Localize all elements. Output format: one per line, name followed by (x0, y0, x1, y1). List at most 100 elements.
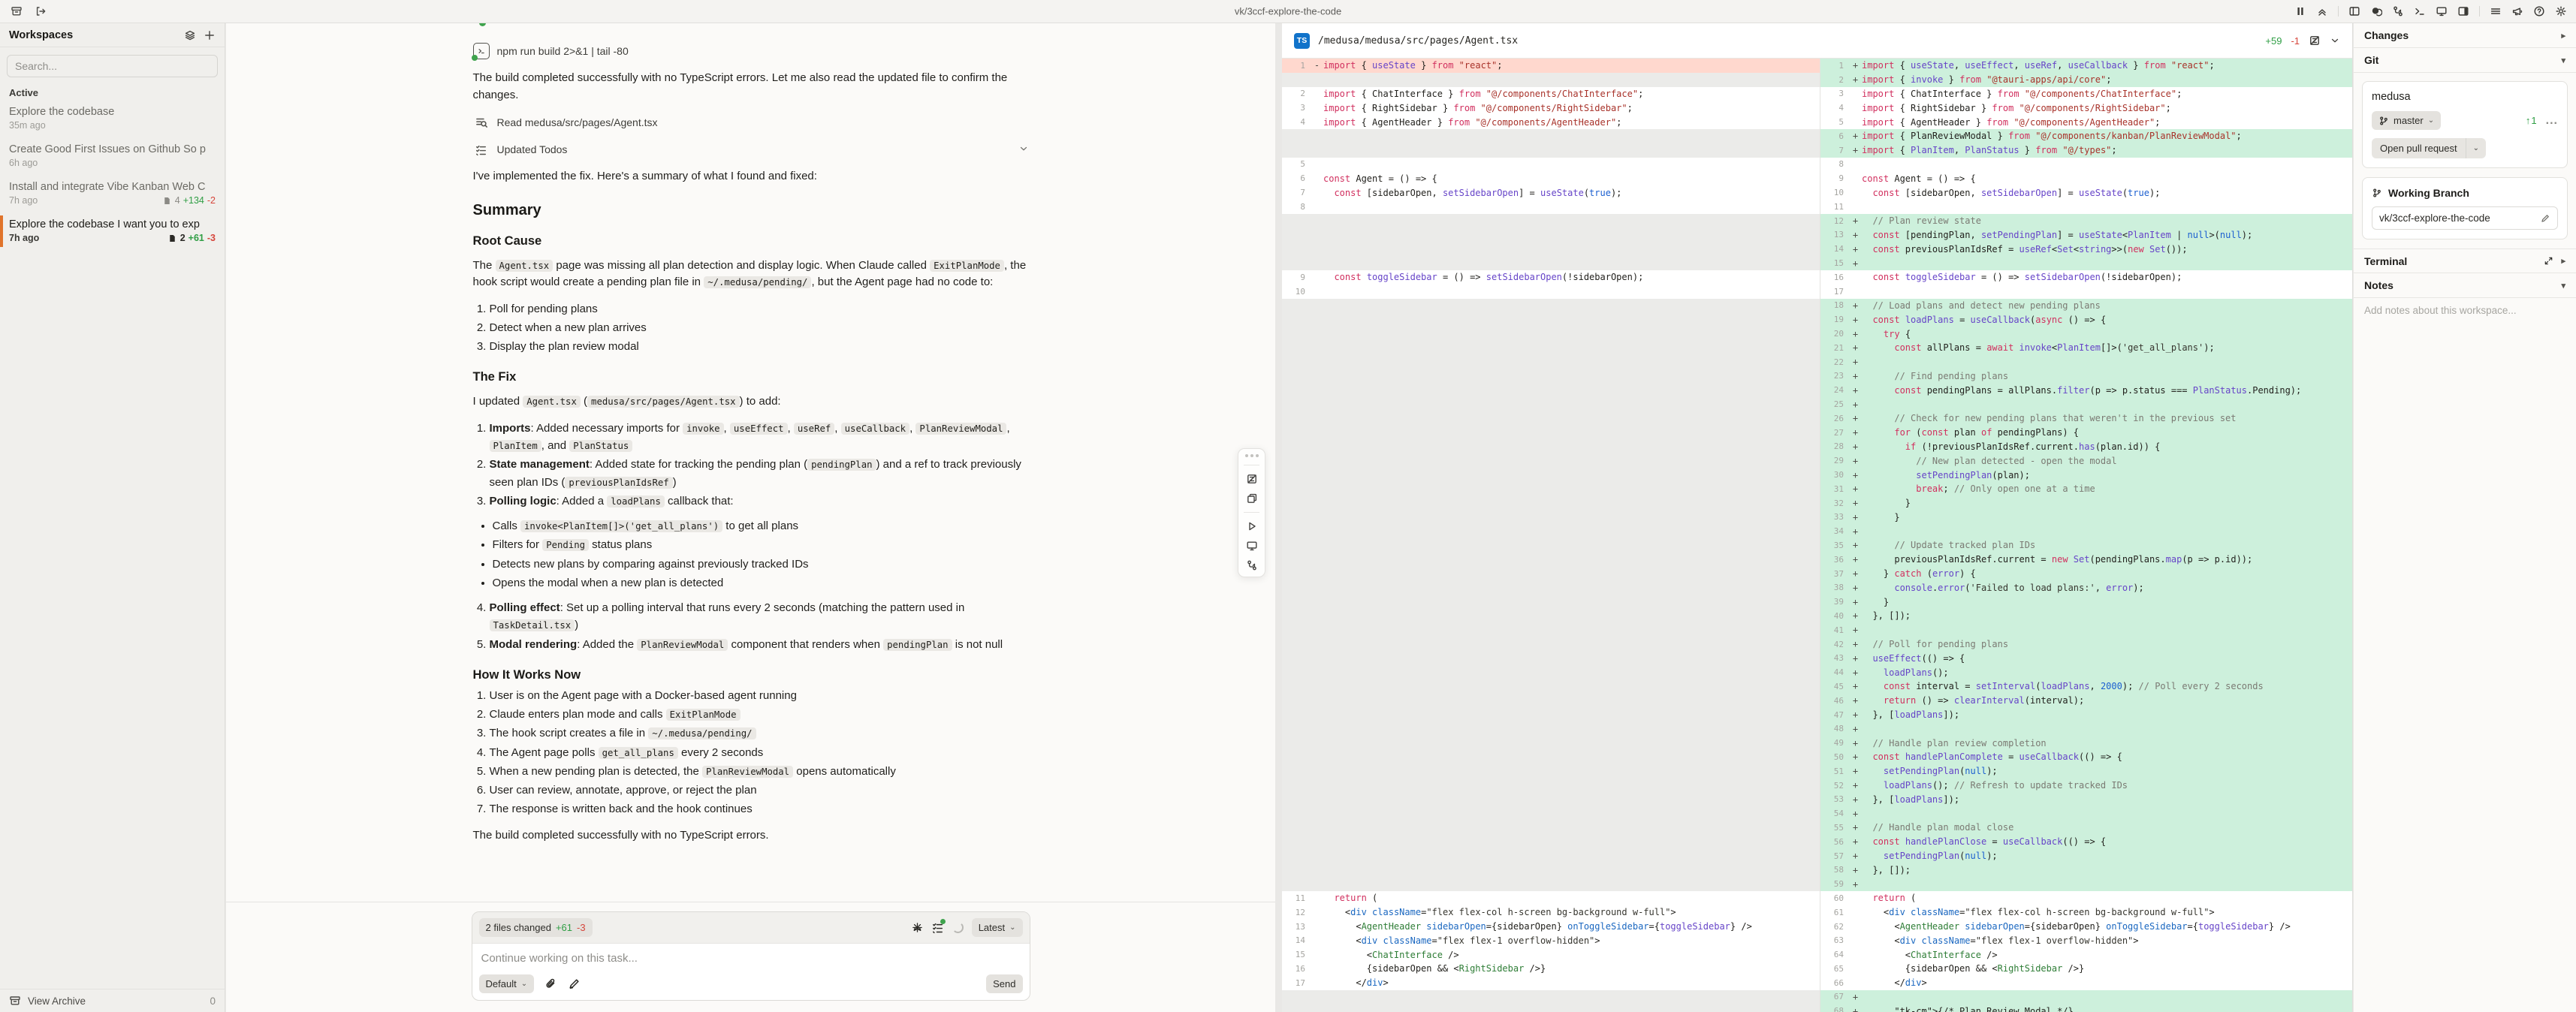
help-icon[interactable] (2533, 5, 2545, 17)
diff-filler-row (1282, 779, 1820, 793)
open-pr-button[interactable]: Open pull request (2372, 138, 2466, 158)
code-text: if (!previousPlanIdsRef.current.has(plan… (1862, 441, 2160, 452)
open-pr-caret[interactable]: ⌄ (2466, 138, 2486, 158)
diff-filler-row (1282, 665, 1820, 679)
diff-row: 19+ const loadPlans = useCallback(async … (1820, 312, 2352, 327)
line-number: 17 (1282, 978, 1311, 988)
latest-dropdown[interactable]: Latest ⌄ (972, 918, 1023, 937)
diff-filler-row (1282, 821, 1820, 835)
play-icon[interactable] (1246, 520, 1258, 532)
diff-row: 22+ (1820, 355, 2352, 369)
logout-icon[interactable] (35, 5, 47, 17)
code-text: import { RightSidebar } from "@/componen… (1323, 103, 1633, 113)
megaphone-icon[interactable] (2511, 5, 2523, 17)
edit-icon[interactable] (2540, 213, 2550, 224)
workspace-item[interactable]: Create Good First Issues on Github So p … (0, 137, 225, 175)
line-number: 53 (1820, 794, 1849, 804)
panel-right-icon[interactable] (2457, 5, 2469, 17)
notes-section-header[interactable]: Notes ▾ (2354, 273, 2576, 298)
code-text: <ChatInterface /> (1862, 950, 1998, 960)
notes-label: Notes (2364, 279, 2394, 291)
diff-removed-count: -1 (2291, 35, 2300, 47)
tool-call-row[interactable]: Read medusa/src/pages/Agent.tsx (473, 114, 1029, 131)
code-text: const loadPlans = useCallback(async () =… (1862, 315, 2106, 325)
layers-icon[interactable] (184, 29, 196, 41)
list-item: Imports: Added necessary imports for inv… (490, 420, 1029, 455)
collapse-up-icon[interactable] (2316, 5, 2328, 17)
doc-icon (167, 233, 177, 243)
chevron-down-icon[interactable] (1018, 143, 1029, 156)
archive-icon[interactable] (11, 5, 23, 17)
files-changed-chip[interactable]: 2 files changed +61 -3 (479, 918, 593, 937)
diff-filler-row (1282, 580, 1820, 595)
workspace-item[interactable]: Explore the codebase 35m ago (0, 100, 225, 137)
spark-icon[interactable] (912, 922, 923, 933)
expand-icon[interactable] (2544, 256, 2553, 266)
diff-sign: + (1849, 822, 1862, 833)
menu-icon[interactable] (2490, 5, 2502, 17)
changes-section-header[interactable]: Changes ▸ (2354, 23, 2576, 48)
attach-icon[interactable] (544, 977, 557, 990)
workspace-item[interactable]: Install and integrate Vibe Kanban Web C … (0, 175, 225, 212)
wrap-off-icon[interactable] (1246, 473, 1258, 485)
model-dropdown[interactable]: Default ⌄ (479, 974, 535, 993)
diff-filler-row (1282, 129, 1820, 143)
latest-label: Latest (979, 922, 1005, 933)
workspace-item[interactable]: Explore the codebase I want you to exp 7… (0, 212, 225, 250)
code-text: const [sidebarOpen, setSidebarOpen] = us… (1862, 188, 2160, 198)
diff-filler-row (1282, 355, 1820, 369)
git-section-header[interactable]: Git ▾ (2354, 48, 2576, 73)
line-number: 49 (1820, 738, 1849, 748)
search-input[interactable]: Search... (7, 55, 218, 77)
todo-list-icon[interactable] (931, 921, 944, 934)
git-graph-icon[interactable] (1246, 559, 1258, 571)
git-sidebar: Changes ▸ Git ▾ medusa master ⌄ ↑1 ... O (2354, 23, 2576, 1012)
diff-row: 38+ console.error('Failed to load plans:… (1820, 580, 2352, 595)
code-text: import { AgentHeader } from "@/component… (1862, 117, 2160, 128)
list-item: User is on the Agent page with a Docker-… (490, 687, 1029, 704)
commits-ahead-badge[interactable]: ↑1 (2526, 115, 2537, 126)
tool-call-row[interactable]: npm run build 2>&1 | tail -80 (473, 43, 1029, 59)
settings-icon[interactable] (2555, 5, 2567, 17)
theme-icon[interactable] (2370, 5, 2382, 17)
line-number: 15 (1282, 950, 1311, 959)
monitor-icon[interactable] (2436, 5, 2448, 17)
diff-row: 45+ const interval = setInterval(loadPla… (1820, 679, 2352, 694)
diff-row: 15 <ChatInterface /> (1282, 947, 1820, 962)
terminal-section-header[interactable]: Terminal ▸ (2354, 248, 2576, 273)
diff-file-header[interactable]: TS /medusa/medusa/src/pages/Agent.tsx +5… (1282, 23, 2352, 59)
line-number: 38 (1820, 583, 1849, 592)
drag-handle-dots[interactable] (1245, 454, 1259, 457)
git-graph-icon[interactable] (2392, 5, 2404, 17)
diff-row: 37+ } catch (error) { (1820, 567, 2352, 581)
more-actions-button[interactable]: ... (2546, 114, 2558, 128)
panel-left-icon[interactable] (2348, 5, 2360, 17)
line-number: 11 (1282, 893, 1311, 903)
workspace-search[interactable]: Search... (7, 55, 218, 77)
view-archive-row[interactable]: View Archive 0 (0, 989, 225, 1012)
message-input[interactable]: Continue working on this task... (472, 944, 1030, 969)
code-text: import { useState } from "react"; (1323, 60, 1502, 71)
collapse-file-icon[interactable] (2330, 35, 2340, 46)
line-number: 17 (1820, 287, 1849, 297)
line-number: 55 (1820, 823, 1849, 833)
typescript-file-icon: TS (1294, 33, 1310, 49)
plus-icon[interactable] (204, 29, 216, 41)
copy-icon[interactable] (1246, 492, 1258, 504)
base-branch-dropdown[interactable]: master ⌄ (2372, 111, 2441, 130)
working-branch-input[interactable]: vk/3ccf-explore-the-code (2372, 206, 2558, 230)
send-button[interactable]: Send (986, 974, 1022, 993)
tool-call-row[interactable]: Updated Todos (473, 141, 1029, 158)
terminal-prompt-icon[interactable] (2414, 5, 2426, 17)
git-repo-card: medusa master ⌄ ↑1 ... Open pull request… (2362, 81, 2568, 168)
diff-filler-row (1282, 651, 1820, 665)
pause-icon[interactable] (2294, 5, 2306, 17)
wrap-off-icon[interactable] (2309, 35, 2321, 47)
pen-icon[interactable] (568, 977, 581, 990)
diff-sign: + (1849, 342, 1862, 353)
monitor-icon[interactable] (1246, 540, 1258, 552)
notes-input[interactable]: Add notes about this workspace... (2354, 298, 2576, 323)
diff-filler-row (1282, 835, 1820, 849)
diff-sign: + (1849, 794, 1862, 805)
line-number: 4 (1282, 117, 1311, 127)
